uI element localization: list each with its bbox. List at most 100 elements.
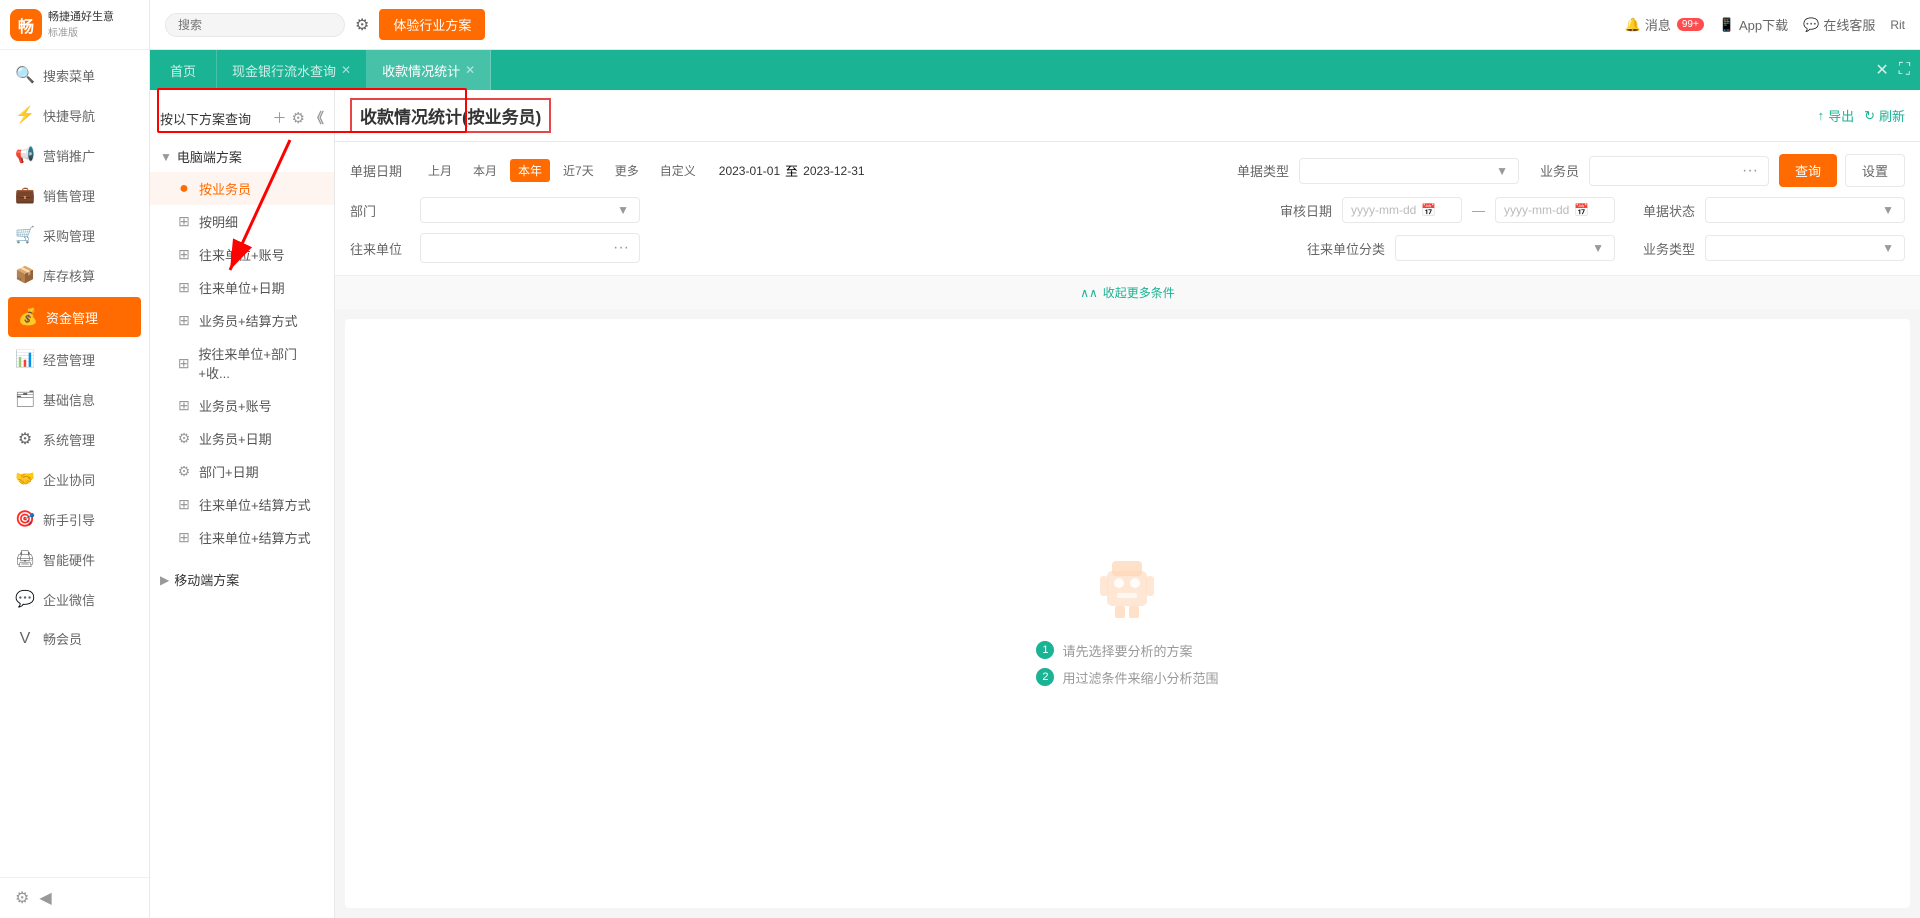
collection-tab-close[interactable]: ✕ bbox=[465, 63, 475, 77]
doctype-select[interactable]: ▼ bbox=[1299, 158, 1519, 184]
biztype-select[interactable]: ▼ bbox=[1705, 235, 1905, 261]
base-icon: 🗂 bbox=[15, 389, 35, 409]
date-tab-thismonth[interactable]: 本月 bbox=[465, 159, 505, 182]
audit-date-to[interactable]: yyyy-mm-dd 📅 bbox=[1495, 197, 1615, 223]
sidebar-item-finance[interactable]: 💰 资金管理 bbox=[8, 297, 141, 337]
content-area: 按以下方案查询 ＋ ⚙ 《 ▼ 电脑端方案 ● 按业务员 ⊞ 按明细 bbox=[150, 90, 1920, 918]
lp-item-unit-dept-label: 按往来单位+部门+收... bbox=[198, 344, 324, 382]
sidebar-item-marketing[interactable]: 📢 营销推广 bbox=[0, 135, 149, 175]
lp-group-mobile-title[interactable]: ▶ 移动端方案 bbox=[150, 564, 334, 595]
sidebar-label-vip: 畅会员 bbox=[43, 629, 82, 648]
date-tab-more[interactable]: 更多 bbox=[607, 159, 647, 182]
lp-item-unit-settle2[interactable]: ⊞ 往来单位+结算方式 bbox=[150, 521, 334, 554]
sidebar-label-marketing: 营销推广 bbox=[43, 146, 95, 165]
topbar-gear-icon[interactable]: ⚙ bbox=[355, 15, 369, 35]
filter-area: 单据日期 上月 本月 本年 近7天 更多 自定义 2023-01-01 至 20… bbox=[335, 142, 1920, 276]
lp-item-detail[interactable]: ⊞ 按明细 bbox=[150, 205, 334, 238]
hint-num-1: 1 bbox=[1036, 641, 1054, 659]
sidebar-item-search[interactable]: 🔍 搜索菜单 bbox=[0, 55, 149, 95]
audit-date-from[interactable]: yyyy-mm-dd 📅 bbox=[1342, 197, 1462, 223]
settings-bottom-btn[interactable]: ⚙ bbox=[15, 888, 29, 908]
setting-btn[interactable]: 设置 bbox=[1845, 154, 1905, 187]
page-header-right: ↑ 导出 ↻ 刷新 bbox=[1818, 106, 1905, 125]
sidebar-item-hardware[interactable]: 🖨 智能硬件 bbox=[0, 539, 149, 579]
unit-date-icon: ⊞ bbox=[175, 279, 193, 296]
empty-state: 1 请先选择要分析的方案 2 用过滤条件来缩小分析范围 bbox=[1036, 541, 1218, 687]
lp-item-unit-dept[interactable]: ⊞ 按往来单位+部门+收... bbox=[150, 337, 334, 389]
export-btn[interactable]: ↑ 导出 bbox=[1818, 106, 1855, 125]
sidebar-item-enterprise[interactable]: 🤝 企业协同 bbox=[0, 459, 149, 499]
unit-dots[interactable]: ··· bbox=[613, 239, 629, 257]
sales-icon: 💼 bbox=[15, 185, 35, 205]
sidebar-item-base[interactable]: 🗂 基础信息 bbox=[0, 379, 149, 419]
filter-row-1: 单据日期 上月 本月 本年 近7天 更多 自定义 2023-01-01 至 20… bbox=[350, 154, 1905, 187]
calendar-icon-2: 📅 bbox=[1574, 203, 1589, 217]
tab-bankflow[interactable]: 现金银行流水查询 ✕ bbox=[217, 50, 367, 90]
tab-home[interactable]: 首页 bbox=[150, 50, 217, 90]
lp-group-desktop-title[interactable]: ▼ 电脑端方案 bbox=[150, 141, 334, 172]
unit-type-arrow: ▼ bbox=[1592, 241, 1604, 255]
collapse-bar[interactable]: ∧∧ 收起更多条件 bbox=[335, 276, 1920, 309]
biztype-label: 业务类型 bbox=[1635, 239, 1695, 258]
sidebar-item-quicknav[interactable]: ⚡ 快捷导航 bbox=[0, 95, 149, 135]
tabbar-right: ✕ ⛶ bbox=[1875, 60, 1920, 80]
messages-btn[interactable]: 🔔 消息 99+ bbox=[1625, 15, 1704, 34]
lp-group-desktop-label: 电脑端方案 bbox=[177, 147, 242, 166]
lp-item-sp-settle[interactable]: ⊞ 业务员+结算方式 bbox=[150, 304, 334, 337]
lp-collapse-btn[interactable]: 《 bbox=[310, 108, 324, 128]
close-tab-btn[interactable]: ✕ bbox=[1875, 60, 1888, 80]
user-info[interactable]: Rit bbox=[1890, 18, 1905, 32]
quicknav-icon: ⚡ bbox=[15, 105, 35, 125]
sidebar-item-system[interactable]: ⚙ 系统管理 bbox=[0, 419, 149, 459]
purchase-icon: 🛒 bbox=[15, 225, 35, 245]
sidebar-item-wechat[interactable]: 💬 企业微信 bbox=[0, 579, 149, 619]
salesperson-dots[interactable]: ··· bbox=[1742, 162, 1758, 180]
lp-item-sp-date[interactable]: ⚙ 业务员+日期 bbox=[150, 422, 334, 455]
sidebar-item-sales[interactable]: 💼 销售管理 bbox=[0, 175, 149, 215]
collapse-label: 收起更多条件 bbox=[1103, 284, 1175, 301]
lp-item-unit-account[interactable]: ⊞ 往来单位+账号 bbox=[150, 238, 334, 271]
date-tab-custom[interactable]: 自定义 bbox=[652, 159, 704, 182]
salesperson-select[interactable]: ··· bbox=[1589, 156, 1769, 186]
lp-item-sp-account[interactable]: ⊞ 业务员+账号 bbox=[150, 389, 334, 422]
sidebar-item-guide[interactable]: 🎯 新手引导 bbox=[0, 499, 149, 539]
sidebar-item-vip[interactable]: V 畅会员 bbox=[0, 619, 149, 658]
online-service-btn[interactable]: 💬 在线客服 bbox=[1803, 15, 1875, 34]
page-header: 收款情况统计(按业务员) ↑ 导出 ↻ 刷新 bbox=[335, 90, 1920, 142]
unit-select[interactable]: ··· bbox=[420, 233, 640, 263]
dept-arrow: ▼ bbox=[617, 203, 629, 217]
query-btn[interactable]: 查询 bbox=[1779, 154, 1837, 187]
lp-add-btn[interactable]: ＋ bbox=[273, 108, 287, 128]
lp-setting-btn[interactable]: ⚙ bbox=[292, 109, 305, 127]
collapse-sidebar-btn[interactable]: ◀ bbox=[39, 888, 51, 908]
lp-group-desktop: ▼ 电脑端方案 ● 按业务员 ⊞ 按明细 ⊞ 往来单位+账号 ⊞ 往来单位+ bbox=[150, 136, 334, 559]
lp-item-dept-date[interactable]: ⚙ 部门+日期 bbox=[150, 455, 334, 488]
unit-type-select[interactable]: ▼ bbox=[1395, 235, 1615, 261]
app-download-label: App下载 bbox=[1739, 15, 1788, 34]
sidebar-item-purchase[interactable]: 🛒 采购管理 bbox=[0, 215, 149, 255]
lp-item-salesperson[interactable]: ● 按业务员 bbox=[150, 172, 334, 205]
maximize-btn[interactable]: ⛶ bbox=[1899, 61, 1910, 79]
sidebar-item-operation[interactable]: 📊 经营管理 bbox=[0, 339, 149, 379]
search-input[interactable] bbox=[165, 13, 345, 37]
logo-area: 畅 畅捷通好生意 标准版 bbox=[0, 0, 149, 50]
hint-1: 1 请先选择要分析的方案 bbox=[1036, 641, 1218, 660]
inventory-icon: 📦 bbox=[15, 265, 35, 285]
refresh-btn[interactable]: ↻ 刷新 bbox=[1864, 106, 1905, 125]
docstatus-select[interactable]: ▼ bbox=[1705, 197, 1905, 223]
sidebar-item-inventory[interactable]: 📦 库存核算 bbox=[0, 255, 149, 295]
lp-item-dept-date-label: 部门+日期 bbox=[199, 462, 259, 481]
industry-btn[interactable]: 体验行业方案 bbox=[379, 9, 485, 40]
dept-select[interactable]: ▼ bbox=[420, 197, 640, 223]
date-tab-7days[interactable]: 近7天 bbox=[555, 159, 602, 182]
download-icon: 📱 bbox=[1719, 17, 1735, 33]
app-download-btn[interactable]: 📱 App下载 bbox=[1719, 15, 1788, 34]
lp-item-unit-settle1[interactable]: ⊞ 往来单位+结算方式 bbox=[150, 488, 334, 521]
tab-collection[interactable]: 收款情况统计 ✕ bbox=[367, 50, 491, 90]
date-tab-thisyear[interactable]: 本年 bbox=[510, 159, 550, 182]
lp-item-unit-date[interactable]: ⊞ 往来单位+日期 bbox=[150, 271, 334, 304]
logo-icon: 畅 bbox=[10, 9, 42, 41]
guide-icon: 🎯 bbox=[15, 509, 35, 529]
date-tab-lastmonth[interactable]: 上月 bbox=[420, 159, 460, 182]
bankflow-tab-close[interactable]: ✕ bbox=[341, 63, 351, 77]
